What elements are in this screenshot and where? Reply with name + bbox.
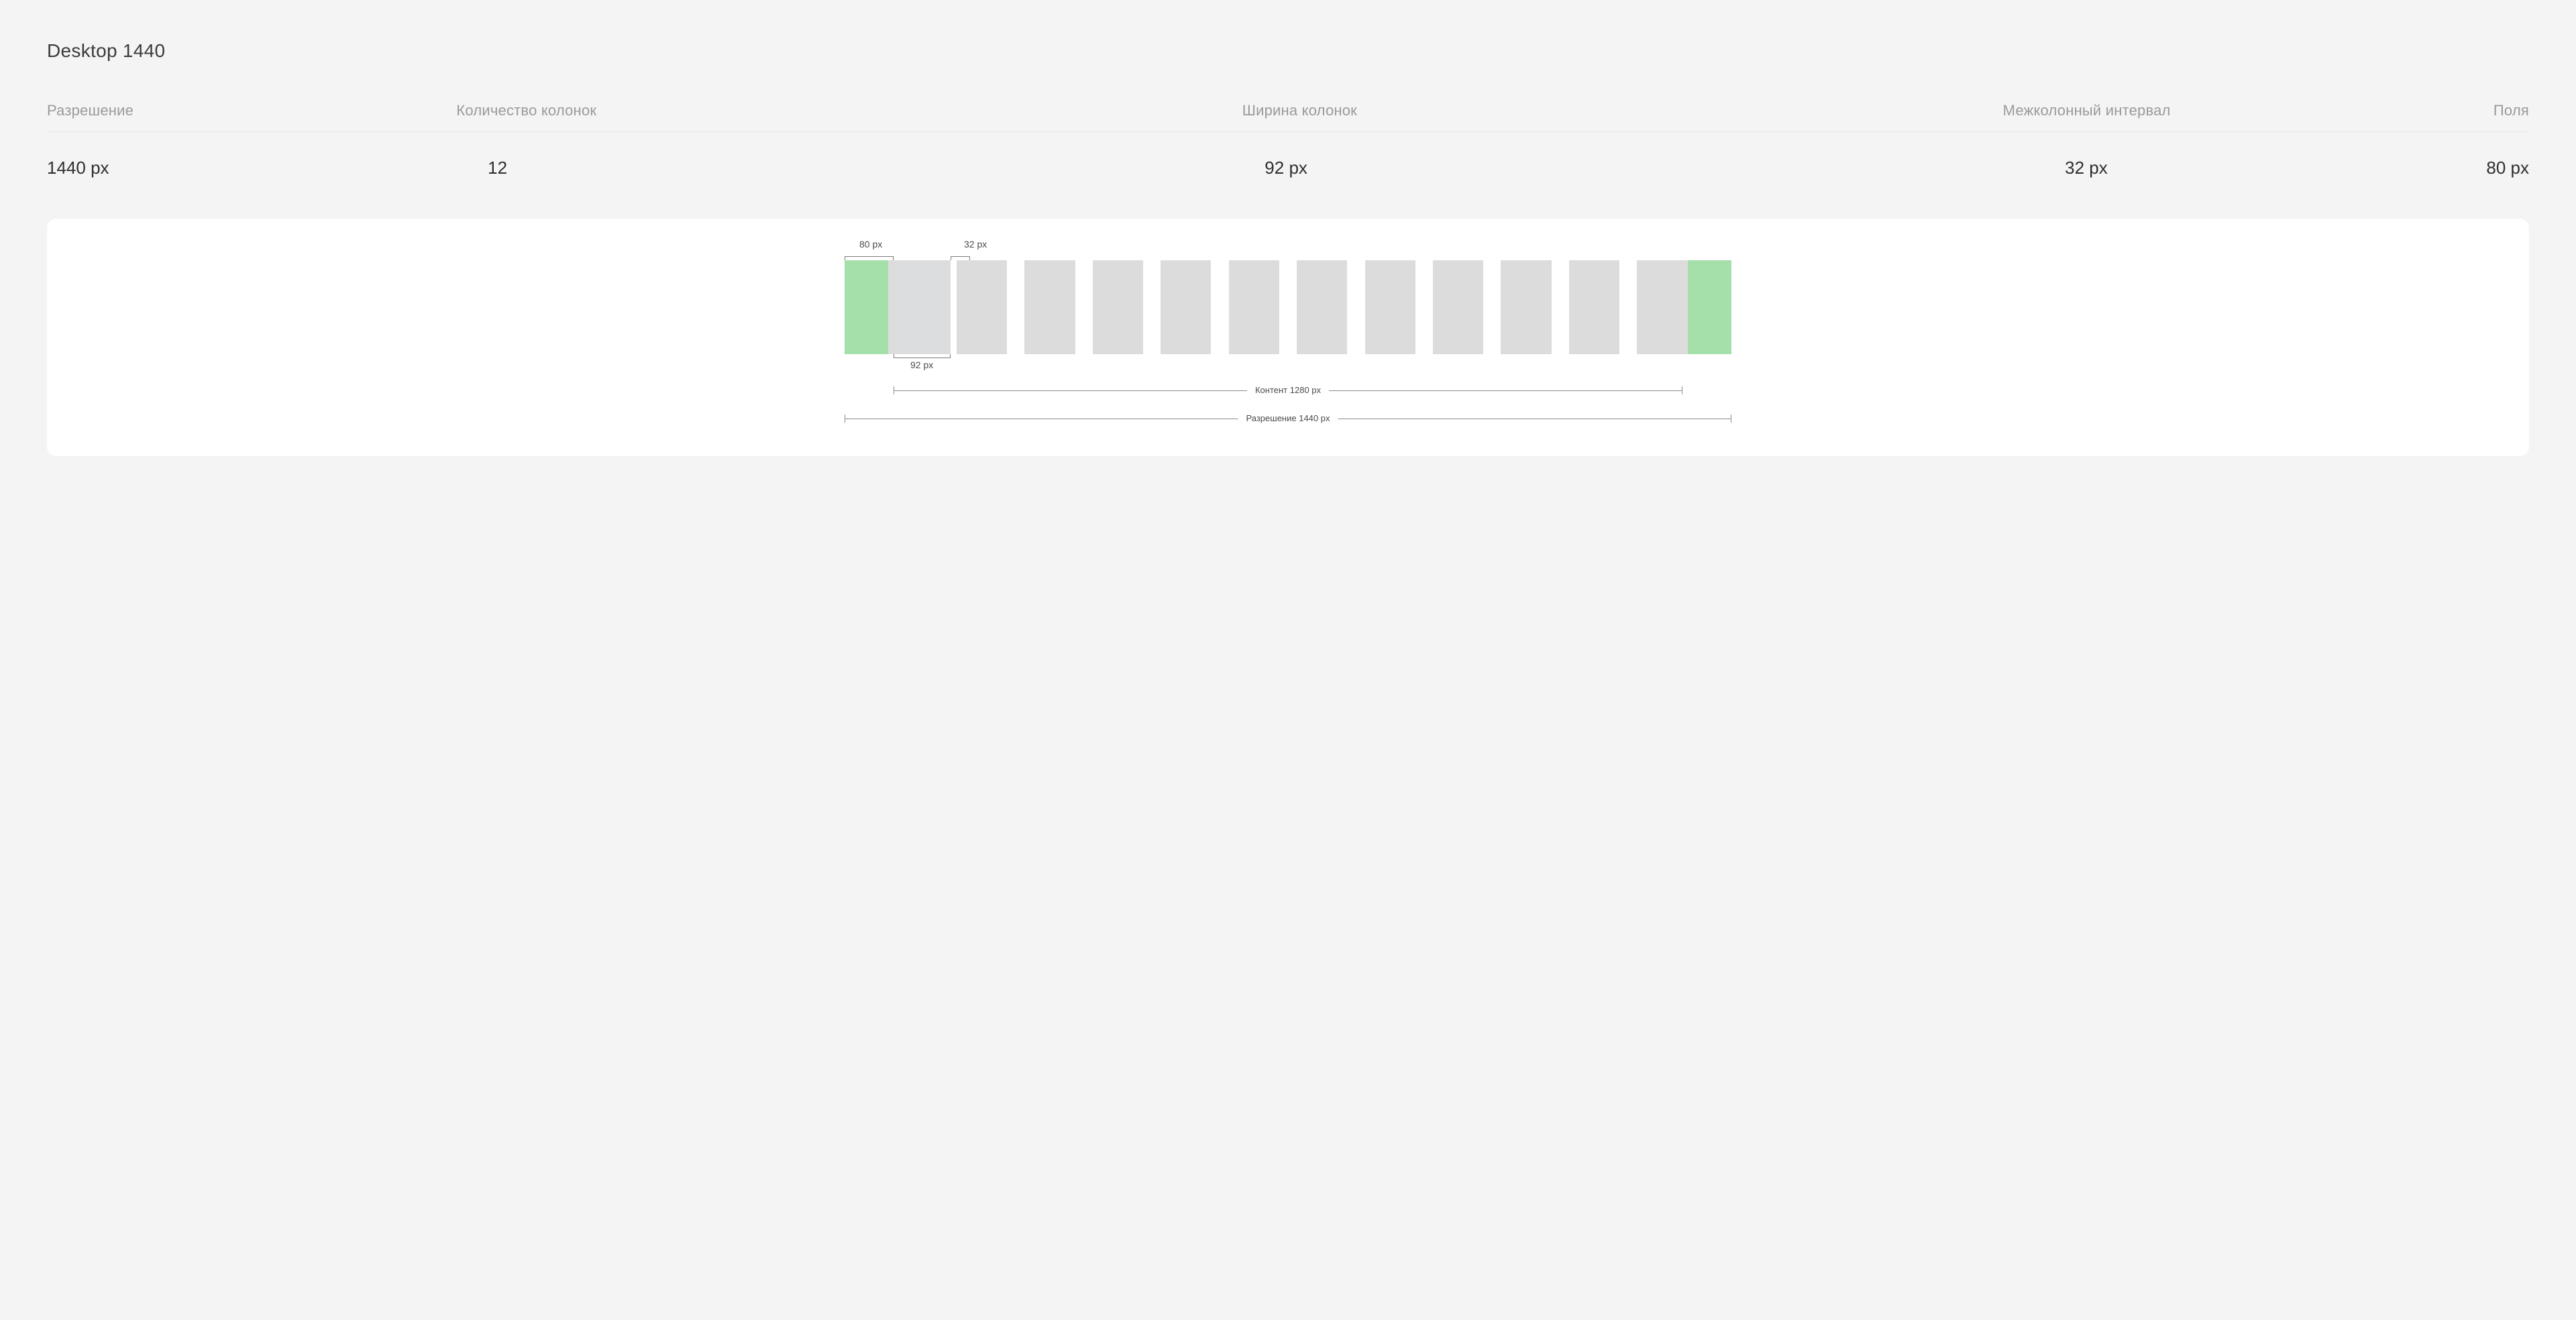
grid-column bbox=[1297, 260, 1347, 354]
grid-column bbox=[1161, 260, 1211, 354]
grid-column bbox=[1093, 260, 1143, 354]
gutter-width-label: 32 px bbox=[964, 239, 987, 250]
grid-column bbox=[1569, 260, 1619, 354]
grid-gutter bbox=[1483, 260, 1501, 354]
content-width-dimension: Контент 1280 px bbox=[845, 386, 1731, 400]
grid-spec-table: Разрешение Количество колонок Ширина кол… bbox=[47, 102, 2529, 178]
grid-gutter bbox=[1143, 260, 1161, 354]
grid-column bbox=[957, 260, 1007, 354]
grid-gutter bbox=[1415, 260, 1433, 354]
grid-gutter bbox=[1552, 260, 1569, 354]
top-dimension-ticks bbox=[845, 255, 1731, 260]
right-margin-bar bbox=[1688, 260, 1731, 354]
value-margin: 80 px bbox=[2486, 158, 2529, 178]
column-tick-icon bbox=[894, 354, 951, 358]
left-margin-bar bbox=[845, 260, 888, 354]
column-width-label: 92 px bbox=[910, 360, 933, 370]
grid-gutter bbox=[1007, 260, 1024, 354]
grid-column bbox=[1365, 260, 1415, 354]
grid-column bbox=[1024, 260, 1075, 354]
grid-gutter bbox=[1279, 260, 1297, 354]
header-colwidth: Ширина колонок bbox=[919, 102, 1680, 119]
grid-gutter bbox=[1347, 260, 1364, 354]
grid-gutter bbox=[1211, 260, 1228, 354]
page-title: Desktop 1440 bbox=[47, 40, 2529, 62]
content-width-label: Контент 1280 px bbox=[1247, 385, 1329, 395]
grid-column bbox=[1229, 260, 1279, 354]
column-1-overlay bbox=[894, 260, 951, 354]
value-colwidth: 92 px bbox=[886, 158, 1686, 178]
margin-width-label: 80 px bbox=[859, 239, 882, 250]
header-margin: Поля bbox=[2493, 102, 2529, 119]
grid-gutter bbox=[1619, 260, 1637, 354]
top-dimension-labels: 80 px 32 px bbox=[845, 239, 1731, 254]
grid-column bbox=[1637, 260, 1687, 354]
value-columns: 12 bbox=[109, 158, 886, 178]
header-gutter: Межколонный интервал bbox=[1680, 102, 2493, 119]
spec-header-row: Разрешение Количество колонок Ширина кол… bbox=[47, 102, 2529, 132]
header-resolution: Разрешение bbox=[47, 102, 133, 119]
full-width-dimension: Разрешение 1440 px bbox=[845, 415, 1731, 428]
header-columns: Количество колонок bbox=[133, 102, 919, 119]
column-width-annotation: 92 px bbox=[845, 354, 1731, 372]
value-resolution: 1440 px bbox=[47, 158, 109, 178]
grid-column bbox=[1433, 260, 1483, 354]
spec-value-row: 1440 px 12 92 px 32 px 80 px bbox=[47, 132, 2529, 178]
value-gutter: 32 px bbox=[1686, 158, 2487, 178]
grid-diagram-card: 80 px 32 px 92 px Контент 1280 px bbox=[47, 219, 2529, 456]
full-width-label: Разрешение 1440 px bbox=[1238, 413, 1338, 423]
grid-gutter bbox=[1075, 260, 1093, 354]
grid-column bbox=[1501, 260, 1551, 354]
layout-grid-visual bbox=[845, 260, 1731, 354]
